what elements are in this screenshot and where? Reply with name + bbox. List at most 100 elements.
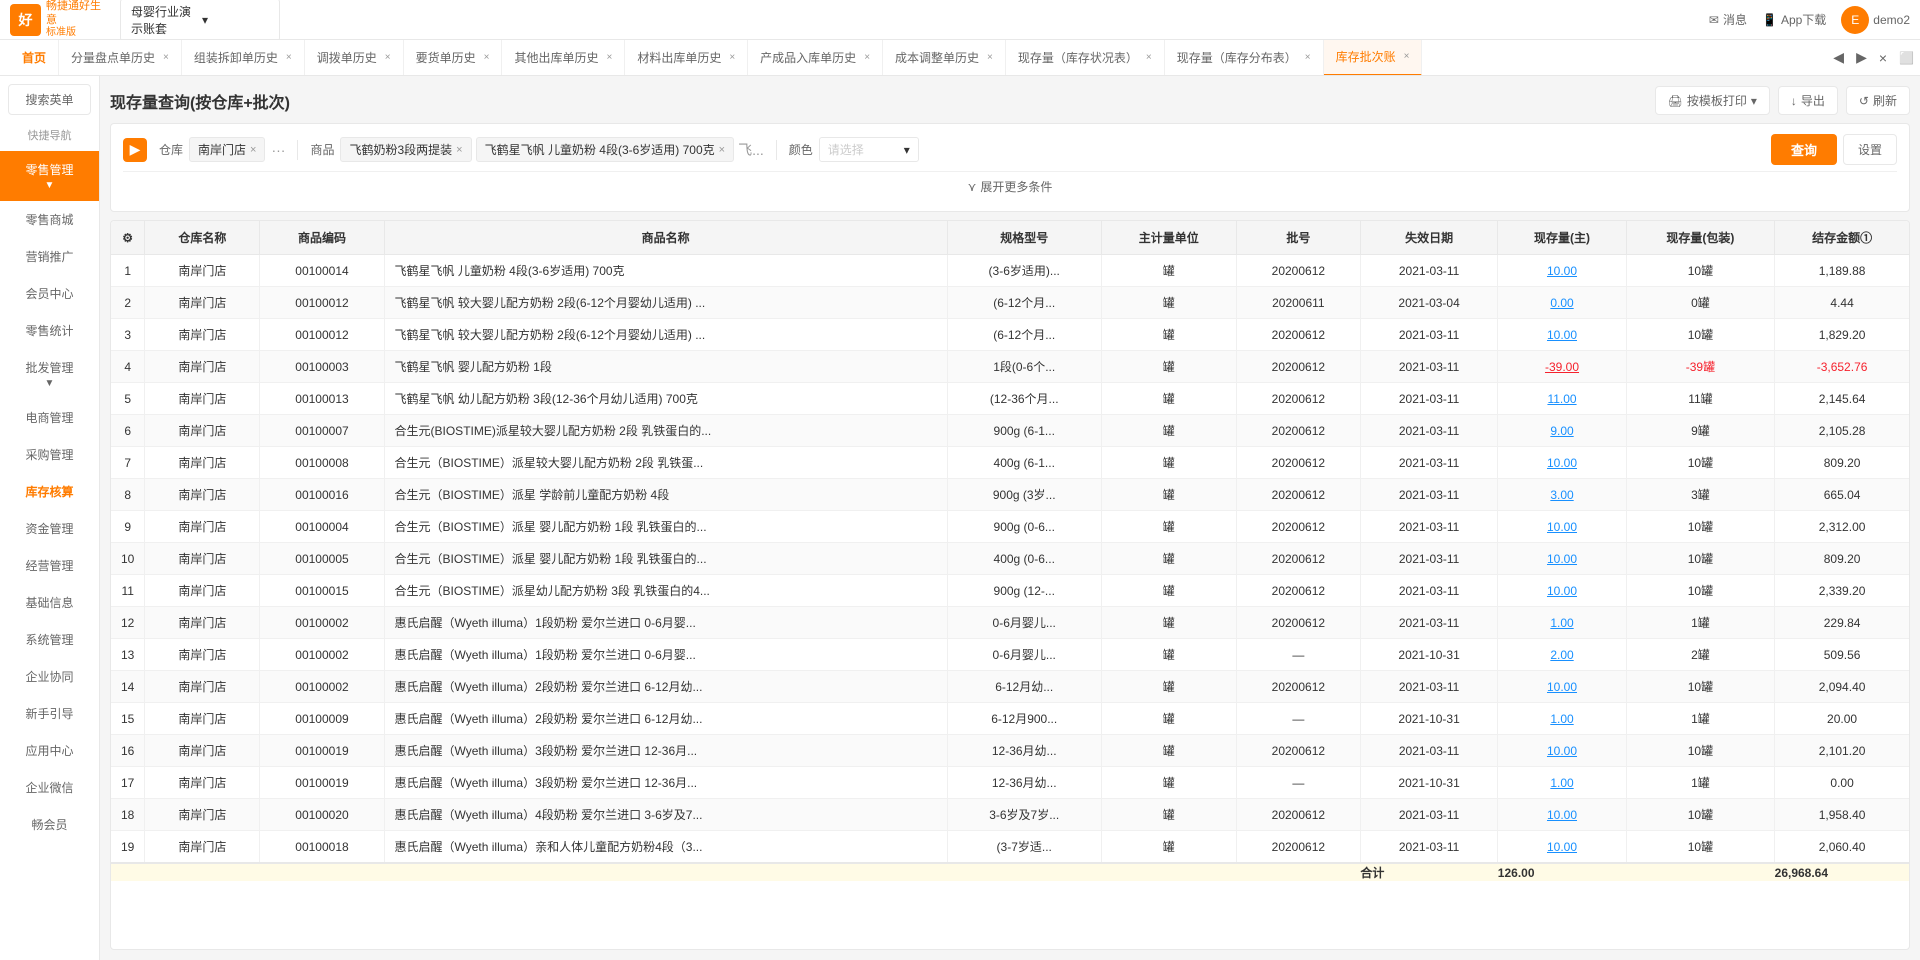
- product-tag-1[interactable]: 飞鹤星飞帆 儿童奶粉 4段(3-6岁适用) 700克 ×: [476, 137, 734, 162]
- tab-yaohuo[interactable]: 要货单历史 ×: [404, 40, 503, 76]
- row-qty-main[interactable]: 10.00: [1498, 799, 1626, 831]
- row-qty-main[interactable]: 1.00: [1498, 767, 1626, 799]
- row-qty-main[interactable]: -39.00: [1498, 351, 1626, 383]
- expand-more-btn[interactable]: ⋎ 展开更多条件: [123, 171, 1897, 201]
- row-amount: 0.00: [1775, 767, 1909, 799]
- tab-cailiao-close[interactable]: ×: [729, 52, 735, 63]
- color-select[interactable]: 请选择 ▾: [819, 137, 919, 162]
- search-btn[interactable]: 搜索英单: [8, 84, 91, 115]
- row-expire: 2021-03-11: [1360, 447, 1497, 479]
- row-qty-main[interactable]: 9.00: [1498, 415, 1626, 447]
- row-qty-main[interactable]: 10.00: [1498, 671, 1626, 703]
- tab-kucun-state-close[interactable]: ×: [1146, 52, 1152, 63]
- row-qty-pkg: 9罐: [1626, 415, 1774, 447]
- sidebar-item-inventory[interactable]: 库存核算: [0, 473, 99, 510]
- product-tag-1-remove[interactable]: ×: [719, 144, 725, 156]
- tab-chengben-close[interactable]: ×: [987, 52, 993, 63]
- warehouse-more[interactable]: ···: [271, 142, 285, 158]
- nav-maximize-btn[interactable]: ⬜: [1893, 49, 1920, 67]
- settings-icon[interactable]: ⚙: [122, 231, 133, 245]
- row-batch: 20200612: [1236, 415, 1360, 447]
- nav-prev-btn[interactable]: ◀: [1827, 47, 1850, 68]
- row-qty-main[interactable]: 10.00: [1498, 575, 1626, 607]
- sidebar-item-retail-stats[interactable]: 零售统计: [0, 312, 99, 349]
- sidebar-item-basic[interactable]: 基础信息: [0, 584, 99, 621]
- tab-fenpan[interactable]: 分量盘点单历史 ×: [59, 40, 182, 76]
- row-qty-main[interactable]: 10.00: [1498, 447, 1626, 479]
- tab-qitachu[interactable]: 其他出库单历史 ×: [502, 40, 625, 76]
- nav-next-btn[interactable]: ▶: [1850, 47, 1873, 68]
- sidebar-item-wechat[interactable]: 企业微信: [0, 769, 99, 806]
- tab-kucun-batch-close[interactable]: ×: [1404, 51, 1410, 62]
- sidebar-item-retail-mall[interactable]: 零售商城: [0, 201, 99, 238]
- refresh-btn[interactable]: ↺ 刷新: [1846, 86, 1910, 115]
- sidebar-item-finance[interactable]: 资金管理: [0, 510, 99, 547]
- user-name: demo2: [1873, 13, 1910, 27]
- row-qty-main[interactable]: 10.00: [1498, 831, 1626, 864]
- sidebar-item-ops[interactable]: 经营管理: [0, 547, 99, 584]
- sidebar-item-vip[interactable]: 畅会员: [0, 806, 99, 843]
- settings-btn[interactable]: 设置: [1843, 134, 1897, 165]
- tab-kucun-dist-close[interactable]: ×: [1305, 52, 1311, 63]
- row-qty-main[interactable]: 3.00: [1498, 479, 1626, 511]
- col-settings[interactable]: ⚙: [111, 221, 145, 255]
- user-area[interactable]: E demo2: [1841, 6, 1910, 34]
- sidebar-item-marketing[interactable]: 营销推广: [0, 238, 99, 275]
- tab-home[interactable]: 首页: [10, 40, 59, 76]
- row-qty-main[interactable]: 1.00: [1498, 607, 1626, 639]
- tab-diaob[interactable]: 调拨单历史 ×: [305, 40, 404, 76]
- tab-zuzhuan[interactable]: 组装拆卸单历史 ×: [182, 40, 305, 76]
- row-no: 15: [111, 703, 145, 735]
- export-btn[interactable]: ↓ 导出: [1778, 86, 1838, 115]
- row-qty-main[interactable]: 1.00: [1498, 703, 1626, 735]
- query-btn[interactable]: 查询: [1771, 134, 1837, 165]
- sidebar-item-system[interactable]: 系统管理: [0, 621, 99, 658]
- sidebar-item-retail-mgmt[interactable]: 零售管理 ▼: [0, 151, 99, 201]
- row-qty-main[interactable]: 10.00: [1498, 511, 1626, 543]
- tab-fenpan-close[interactable]: ×: [163, 52, 169, 63]
- warehouse-tag-0[interactable]: 南岸门店 ×: [189, 137, 265, 162]
- row-name: 飞鹤星飞帆 幼儿配方奶粉 3段(12-36个月幼儿适用) 700克: [384, 383, 947, 415]
- tab-yaohuo-close[interactable]: ×: [484, 52, 490, 63]
- tab-diaob-close[interactable]: ×: [385, 52, 391, 63]
- row-no: 4: [111, 351, 145, 383]
- row-code: 00100012: [260, 319, 384, 351]
- sidebar-item-wholesale[interactable]: 批发管理 ▼: [0, 349, 99, 399]
- tab-qitachu-close[interactable]: ×: [606, 52, 612, 63]
- sidebar-item-label: 电商管理: [25, 409, 73, 426]
- tab-cailiao[interactable]: 材料出库单历史 ×: [625, 40, 748, 76]
- tab-chengchan-close[interactable]: ×: [864, 52, 870, 63]
- row-qty-main[interactable]: 2.00: [1498, 639, 1626, 671]
- sidebar-item-guide[interactable]: 新手引导: [0, 695, 99, 732]
- tab-chengchan[interactable]: 产成品入库单历史 ×: [748, 40, 883, 76]
- row-code: 00100009: [260, 703, 384, 735]
- row-qty-main[interactable]: 10.00: [1498, 735, 1626, 767]
- sidebar-item-ecom[interactable]: 电商管理: [0, 399, 99, 436]
- sidebar-item-apps[interactable]: 应用中心: [0, 732, 99, 769]
- tab-kucun-batch[interactable]: 库存批次账 ×: [1324, 40, 1423, 76]
- product-tag-0[interactable]: 飞鹤奶粉3段两提装 ×: [340, 137, 471, 162]
- sidebar-item-label: 库存核算: [25, 483, 73, 500]
- tab-chengben[interactable]: 成本调整单历史 ×: [883, 40, 1006, 76]
- row-qty-main[interactable]: 0.00: [1498, 287, 1626, 319]
- product-more[interactable]: 飞...: [738, 140, 764, 160]
- sidebar-item-purchase[interactable]: 采购管理: [0, 436, 99, 473]
- row-qty-main[interactable]: 11.00: [1498, 383, 1626, 415]
- message-btn[interactable]: ✉ 消息: [1709, 11, 1747, 28]
- tab-kucun-state[interactable]: 现存量（库存状况表） ×: [1006, 40, 1165, 76]
- row-qty-main[interactable]: 10.00: [1498, 255, 1626, 287]
- warehouse-tag-remove[interactable]: ×: [250, 144, 256, 156]
- nav-close-tab-btn[interactable]: ×: [1873, 48, 1893, 68]
- sidebar-item-member[interactable]: 会员中心: [0, 275, 99, 312]
- row-unit: 罐: [1101, 287, 1236, 319]
- product-tag-0-remove[interactable]: ×: [456, 144, 462, 156]
- app-download-btn[interactable]: 📱 App下载: [1762, 11, 1826, 28]
- template-print-btn[interactable]: 🖨 按模板打印 ▾: [1655, 86, 1770, 115]
- filter-toggle-btn[interactable]: ▶: [123, 138, 147, 162]
- org-selector[interactable]: 母婴行业演示账套 ▾: [120, 0, 280, 42]
- tab-zuzhuan-close[interactable]: ×: [286, 52, 292, 63]
- row-qty-main[interactable]: 10.00: [1498, 319, 1626, 351]
- tab-kucun-dist[interactable]: 现存量（库存分布表） ×: [1165, 40, 1324, 76]
- sidebar-item-collab[interactable]: 企业协同: [0, 658, 99, 695]
- row-qty-main[interactable]: 10.00: [1498, 543, 1626, 575]
